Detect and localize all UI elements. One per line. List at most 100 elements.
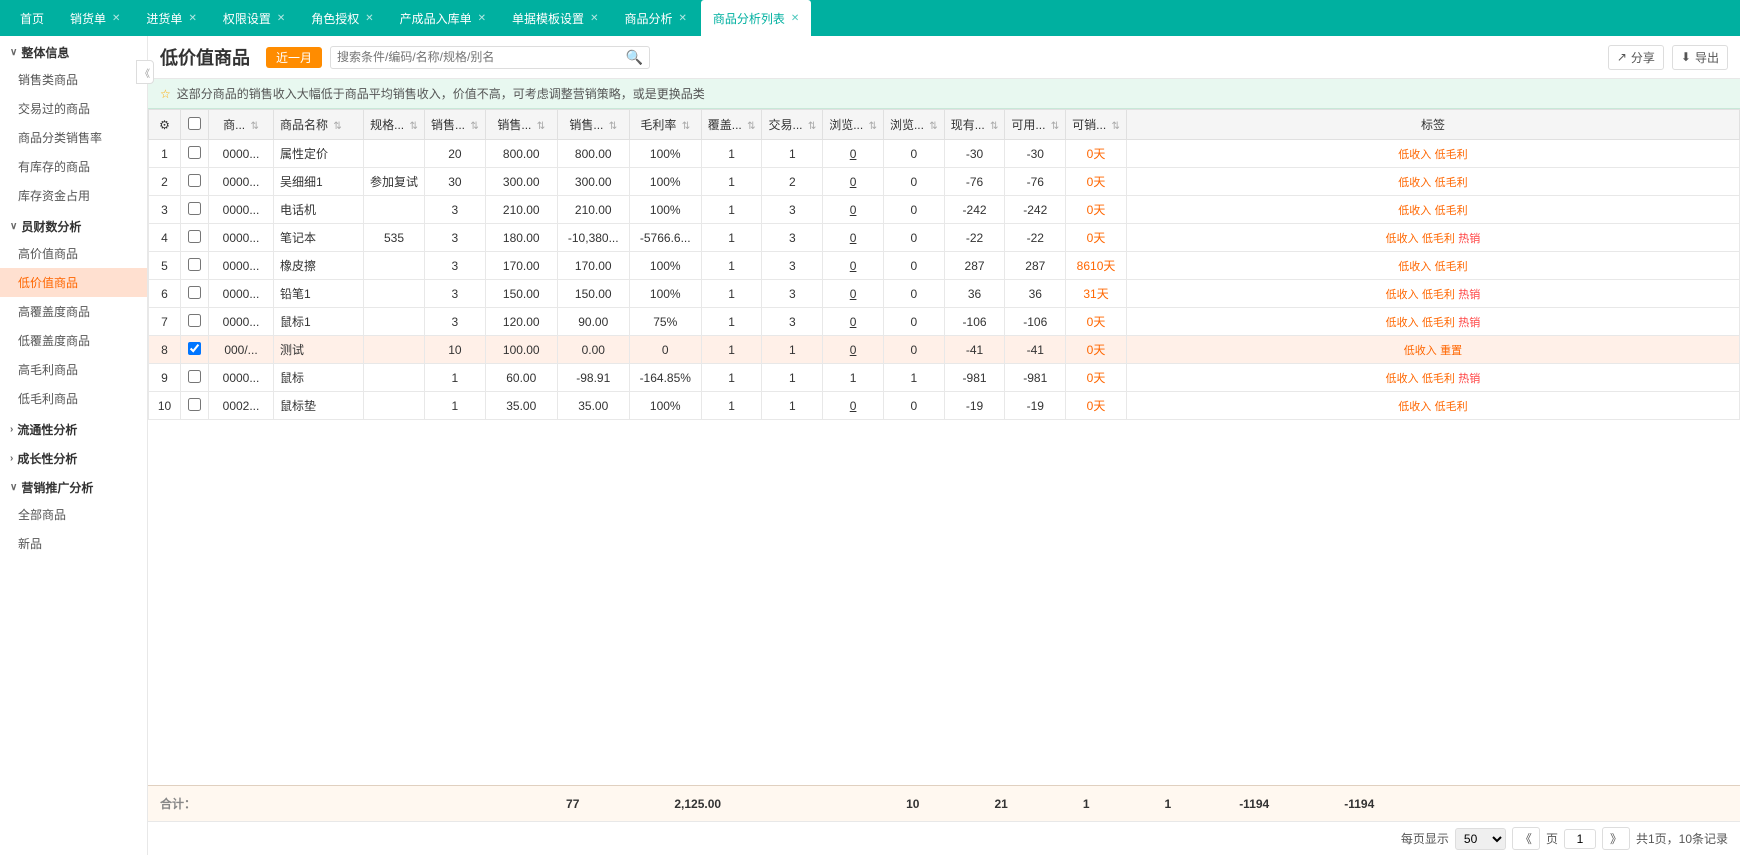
- row-checkbox[interactable]: [188, 398, 201, 411]
- row-checkbox[interactable]: [188, 370, 201, 383]
- sidebar-group-marketing[interactable]: ∨ 营销推广分析: [0, 471, 147, 500]
- stock-link[interactable]: 0: [850, 147, 857, 161]
- close-icon[interactable]: ✕: [590, 13, 598, 24]
- select-all-checkbox[interactable]: [188, 117, 201, 130]
- table-container[interactable]: ⚙ 商... ⇅ 商品名称 ⇅ 规格... ⇅ 销售... ⇅ 销售... ⇅ …: [148, 109, 1740, 785]
- col-gear[interactable]: ⚙: [149, 110, 181, 140]
- row-checkbox[interactable]: [188, 342, 201, 355]
- close-icon[interactable]: ✕: [188, 13, 196, 24]
- col-sales1-header[interactable]: 销售... ⇅: [425, 110, 486, 140]
- sidebar-item-traded-products[interactable]: 交易过的商品: [0, 94, 147, 123]
- nav-home[interactable]: 首页: [8, 0, 56, 36]
- col-profit-rate-header[interactable]: 毛利率 ⇅: [629, 110, 701, 140]
- search-icon[interactable]: 🔍: [626, 49, 643, 66]
- share-button[interactable]: ↗ 分享: [1608, 45, 1664, 70]
- close-icon[interactable]: ✕: [365, 13, 373, 24]
- sidebar-item-sales-products[interactable]: 销售类商品: [0, 65, 147, 94]
- close-icon[interactable]: ✕: [277, 13, 285, 24]
- nav-template-setting[interactable]: 单据模板设置 ✕: [500, 0, 610, 36]
- stock-link[interactable]: 0: [850, 231, 857, 245]
- row-checkbox[interactable]: [188, 202, 201, 215]
- nav-sales-order[interactable]: 销货单 ✕: [58, 0, 132, 36]
- col-checkbox-all[interactable]: [181, 110, 209, 140]
- current-page-input[interactable]: [1564, 829, 1596, 849]
- col-transaction-header[interactable]: 交易... ⇅: [762, 110, 823, 140]
- col-name-header[interactable]: 商品名称 ⇅: [274, 110, 364, 140]
- search-input[interactable]: [337, 50, 626, 64]
- col-code-header[interactable]: 商... ⇅: [209, 110, 274, 140]
- row-checkbox-cell[interactable]: [181, 392, 209, 420]
- next-page-button[interactable]: 》: [1602, 827, 1630, 850]
- row-checkbox-cell[interactable]: [181, 168, 209, 196]
- col-sales3-header[interactable]: 销售... ⇅: [557, 110, 629, 140]
- sidebar-item-new-products[interactable]: 新品: [0, 529, 147, 558]
- footer-col14: -1194: [1344, 797, 1374, 811]
- sidebar-item-low-profit[interactable]: 低毛利商品: [0, 384, 147, 413]
- nav-purchase-order[interactable]: 进货单 ✕: [134, 0, 208, 36]
- close-icon[interactable]: ✕: [478, 13, 486, 24]
- tag-badge: 重置: [1440, 345, 1462, 357]
- stock-link[interactable]: 0: [850, 399, 857, 413]
- col-sales2-header[interactable]: 销售... ⇅: [485, 110, 557, 140]
- sidebar-item-all-products[interactable]: 全部商品: [0, 500, 147, 529]
- sidebar-item-low-value[interactable]: 低价值商品: [0, 268, 147, 297]
- close-icon[interactable]: ✕: [791, 13, 799, 24]
- stock-link[interactable]: 0: [850, 175, 857, 189]
- nav-role-auth[interactable]: 角色授权 ✕: [299, 0, 385, 36]
- stock-link[interactable]: 0: [850, 315, 857, 329]
- row-checkbox-cell[interactable]: [181, 308, 209, 336]
- row-checkbox[interactable]: [188, 230, 201, 243]
- col-available-header[interactable]: 可用... ⇅: [1005, 110, 1066, 140]
- close-icon[interactable]: ✕: [112, 13, 120, 24]
- sidebar-group-overall[interactable]: ∨ 整体信息: [0, 36, 147, 65]
- period-button[interactable]: 近一月: [266, 47, 322, 68]
- sidebar-item-low-coverage[interactable]: 低覆盖度商品: [0, 326, 147, 355]
- row-checkbox-cell[interactable]: [181, 364, 209, 392]
- sidebar-item-stock-capital[interactable]: 库存资金占用: [0, 181, 147, 210]
- stock-link[interactable]: 0: [850, 203, 857, 217]
- row-checkbox[interactable]: [188, 174, 201, 187]
- row-checkbox-cell[interactable]: [181, 196, 209, 224]
- stock-link[interactable]: 0: [850, 259, 857, 273]
- sidebar-item-high-profit[interactable]: 高毛利商品: [0, 355, 147, 384]
- sidebar-group-finance[interactable]: ∨ 员财数分析: [0, 210, 147, 239]
- export-button[interactable]: ⬇ 导出: [1672, 45, 1728, 70]
- stock-link[interactable]: 0: [850, 287, 857, 301]
- row-checkbox-cell[interactable]: [181, 224, 209, 252]
- sidebar-item-high-value[interactable]: 高价值商品: [0, 239, 147, 268]
- sidebar-group-growth[interactable]: › 成长性分析: [0, 442, 147, 471]
- row-transaction: 2: [762, 168, 823, 196]
- sidebar-item-high-coverage[interactable]: 高覆盖度商品: [0, 297, 147, 326]
- row-checkbox[interactable]: [188, 314, 201, 327]
- row-sales1: 10: [425, 336, 486, 364]
- col-views1-header[interactable]: 浏览... ⇅: [823, 110, 884, 140]
- row-checkbox-cell[interactable]: [181, 336, 209, 364]
- stock-link[interactable]: 0: [850, 343, 857, 357]
- close-icon[interactable]: ✕: [678, 13, 686, 24]
- col-spec-header[interactable]: 规格... ⇅: [364, 110, 425, 140]
- row-checkbox[interactable]: [188, 258, 201, 271]
- row-checkbox-cell[interactable]: [181, 140, 209, 168]
- row-checkbox-cell[interactable]: [181, 252, 209, 280]
- col-current-stock-header[interactable]: 现有... ⇅: [944, 110, 1005, 140]
- prev-page-button[interactable]: 《: [1512, 827, 1540, 850]
- col-views2-header[interactable]: 浏览... ⇅: [883, 110, 944, 140]
- table-row: 1 0000... 属性定价 20 800.00 800.00 100% 1 1…: [149, 140, 1740, 168]
- row-checkbox[interactable]: [188, 286, 201, 299]
- nav-product-inbound[interactable]: 产成品入库单 ✕: [388, 0, 498, 36]
- row-sales3: 35.00: [557, 392, 629, 420]
- sidebar-collapse-button[interactable]: 《: [136, 60, 154, 84]
- nav-product-analysis[interactable]: 商品分析 ✕: [612, 0, 698, 36]
- sidebar-item-in-stock[interactable]: 有库存的商品: [0, 152, 147, 181]
- row-checkbox-cell[interactable]: [181, 280, 209, 308]
- row-checkbox[interactable]: [188, 146, 201, 159]
- sidebar-item-category-sales-rate[interactable]: 商品分类销售率: [0, 123, 147, 152]
- sidebar-group-liquidity[interactable]: › 流通性分析: [0, 413, 147, 442]
- per-page-select[interactable]: 50 100 200: [1455, 828, 1506, 850]
- row-views1: 0: [823, 392, 884, 420]
- nav-product-analysis-list[interactable]: 商品分析列表 ✕: [701, 0, 811, 36]
- col-coverage-header[interactable]: 覆盖... ⇅: [701, 110, 762, 140]
- nav-permission[interactable]: 权限设置 ✕: [211, 0, 297, 36]
- col-saleable-header[interactable]: 可销... ⇅: [1066, 110, 1127, 140]
- row-spec: 535: [364, 224, 425, 252]
